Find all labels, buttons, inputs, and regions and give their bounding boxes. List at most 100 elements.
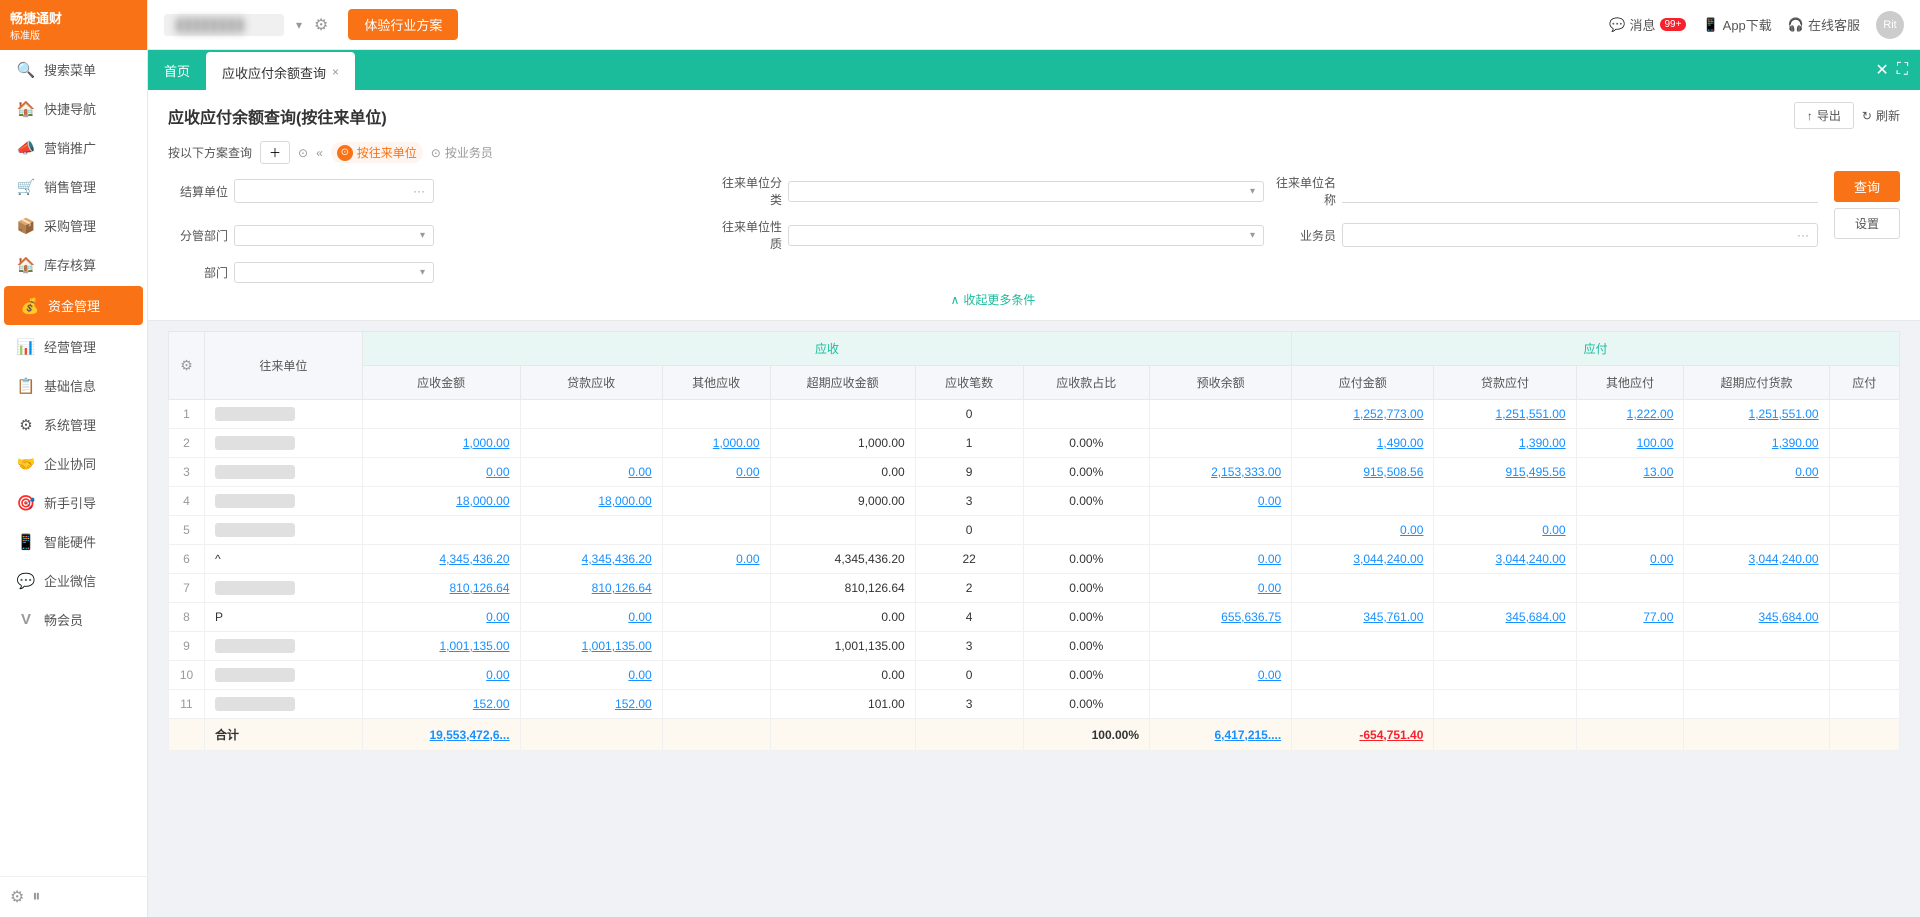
branch-dept-select[interactable]: ▾ (234, 262, 434, 283)
sidebar-item-newbie-guide[interactable]: 🎯 新手引导 (0, 483, 147, 522)
footer-ap-amount[interactable]: -654,751.40 (1292, 719, 1434, 751)
filter-row-3: 部门 ▾ (168, 262, 1818, 283)
sidebar-item-finance[interactable]: 💰 资金管理 (4, 286, 143, 325)
system-icon: ⚙ (16, 416, 36, 434)
cta-button[interactable]: 体验行业方案 (348, 9, 458, 40)
loan-ar-header: 贷款应收 (520, 366, 662, 400)
sidebar-footer: ⚙ ⏸ (0, 876, 147, 917)
home-icon: 🏠 (16, 100, 36, 118)
sidebar-item-search-menu[interactable]: 🔍 搜索菜单 (0, 50, 147, 89)
add-scheme-btn[interactable]: ＋ (260, 141, 290, 164)
close-window-icon[interactable]: ✕ (1875, 60, 1888, 80)
scheme-by-unit-label: 按往来单位 (357, 144, 417, 161)
sidebar-item-enterprise-collab[interactable]: 🤝 企业协同 (0, 444, 147, 483)
filter-item-branch-dept: 部门 ▾ (168, 262, 1818, 283)
branch-dept-label: 部门 (168, 264, 228, 281)
sidebar-item-member[interactable]: V 畅会员 (0, 600, 147, 639)
finance-icon: 💰 (20, 297, 40, 315)
guide-icon: 🎯 (16, 494, 36, 512)
settlement-unit-label: 结算单位 (168, 183, 228, 200)
sidebar-item-label: 采购管理 (44, 216, 96, 235)
refresh-button[interactable]: ↻ 刷新 (1862, 102, 1900, 129)
sidebar-item-inventory[interactable]: 🏠 库存核算 (0, 245, 147, 284)
table-row: 8P0.000.000.0040.00%655,636.75345,761.00… (169, 603, 1900, 632)
online-service-label: 在线客服 (1808, 15, 1860, 34)
maximize-icon[interactable]: ⛶ (1897, 61, 1908, 79)
footer-ar-amount[interactable]: 19,553,472,6... (362, 719, 520, 751)
sidebar-item-marketing[interactable]: 📣 营销推广 (0, 128, 147, 167)
message-item[interactable]: 💬 消息 99+ (1609, 15, 1686, 34)
prepay-balance-header: 预收余额 (1150, 366, 1292, 400)
unit-nature-select[interactable]: ▾ (788, 225, 1264, 246)
sidebar-item-quick-nav[interactable]: 🏠 快捷导航 (0, 89, 147, 128)
user-avatar[interactable]: Rit (1876, 11, 1904, 39)
chevron-down-icon: ▾ (1250, 230, 1255, 241)
sidebar-item-operations[interactable]: 📊 经营管理 (0, 327, 147, 366)
dots-icon: ··· (1797, 228, 1809, 242)
data-table: ⚙ 往来单位 应收 应付 应收金额 贷款应收 其他应收 超期应收金额 应收笔数 (168, 331, 1900, 751)
footer-prepay-balance[interactable]: 6,417,215.... (1150, 719, 1292, 751)
query-button[interactable]: 查询 (1834, 171, 1900, 202)
table-area: ⚙ 往来单位 应收 应付 应收金额 贷款应收 其他应收 超期应收金额 应收笔数 (148, 331, 1920, 917)
salesperson-label: 业务员 (1276, 227, 1336, 244)
ap-amount-header: 应付金额 (1292, 366, 1434, 400)
export-button[interactable]: ↑ 导出 (1794, 102, 1854, 129)
sidebar-item-basic-info[interactable]: 📋 基础信息 (0, 366, 147, 405)
sidebar-item-label: 销售管理 (44, 177, 96, 196)
purchase-icon: 📦 (16, 217, 36, 235)
sidebar-item-smart-hardware[interactable]: 📱 智能硬件 (0, 522, 147, 561)
filter-item-settlement-unit: 结算单位 ··· (168, 179, 710, 203)
table-settings-icon[interactable]: ⚙ (180, 357, 193, 373)
sidebar: 畅捷通财 标准版 🔍 搜索菜单 🏠 快捷导航 📣 营销推广 🛒 销售管理 (0, 0, 148, 917)
collab-icon: 🤝 (16, 455, 36, 473)
gear-icon[interactable]: ⚙ (314, 15, 328, 35)
dept-select[interactable]: ▾ (234, 225, 434, 246)
loan-ap-header: 贷款应付 (1434, 366, 1576, 400)
page-header: 应收应付余额查询(按往来单位) ↑ 导出 ↻ 刷新 (148, 90, 1920, 321)
prev-scheme-icon[interactable]: « (316, 146, 323, 160)
setting-button[interactable]: 设置 (1834, 208, 1900, 239)
scheme-by-staff[interactable]: ⊙ 按业务员 (431, 144, 493, 161)
sidebar-item-label: 基础信息 (44, 376, 96, 395)
ap-header: 应付 (1829, 366, 1899, 400)
page-title-row: 应收应付余额查询(按往来单位) ↑ 导出 ↻ 刷新 (168, 102, 1900, 129)
table-footer-row: 合计 19,553,472,6... 100.00% 6,417,215....… (169, 719, 1900, 751)
chevron-down-icon: ▾ (420, 267, 425, 278)
settlement-unit-input[interactable]: ··· (234, 179, 434, 203)
sidebar-logo: 畅捷通财 标准版 (0, 0, 147, 50)
app-download-item[interactable]: 📱 App下载 (1702, 15, 1771, 34)
ar-group-header: 应收 (362, 332, 1292, 366)
collapse-label: 收起更多条件 (963, 291, 1035, 308)
scheme-by-unit[interactable]: ⊙ 按往来单位 (331, 142, 423, 163)
operations-icon: 📊 (16, 338, 36, 356)
unit-name-input[interactable] (1342, 180, 1818, 203)
edit-scheme-icon[interactable]: ⊙ (298, 146, 308, 160)
sidebar-item-sales[interactable]: 🛒 销售管理 (0, 167, 147, 206)
tab-ar-ap-query[interactable]: 应收应付余额查询 × (206, 52, 355, 92)
app-download-icon: 📱 (1702, 17, 1718, 33)
user-name: Rit (1883, 19, 1896, 31)
header-right: 💬 消息 99+ 📱 App下载 🎧 在线客服 Rit (1609, 11, 1904, 39)
table-row: 1 01,252,773.001,251,551.001,222.001,251… (169, 400, 1900, 429)
table-row: 6^4,345,436.204,345,436.200.004,345,436.… (169, 545, 1900, 574)
unit-nature-label: 往来单位性质 (722, 218, 782, 252)
tab-home[interactable]: 首页 (148, 50, 206, 90)
top-header: ████████ ▾ ⚙ 体验行业方案 💬 消息 99+ 📱 App下载 🎧 在… (148, 0, 1920, 50)
scheme-options: 按以下方案查询 ＋ ⊙ « ⊙ 按往来单位 ⊙ 按业务员 (168, 141, 1818, 164)
settings-footer-icon[interactable]: ⚙ (10, 887, 24, 907)
sidebar-item-system[interactable]: ⚙ 系统管理 (0, 405, 147, 444)
unit-category-select[interactable]: ▾ (788, 181, 1264, 202)
filter-item-salesperson: 业务员 ··· (1276, 223, 1818, 247)
salesperson-input[interactable]: ··· (1342, 223, 1818, 247)
online-service-item[interactable]: 🎧 在线客服 (1788, 15, 1860, 34)
marketing-icon: 📣 (16, 139, 36, 157)
unit-name-label: 往来单位名称 (1276, 174, 1336, 208)
dept-label: 分管部门 (168, 227, 228, 244)
collapse-footer-icon[interactable]: ⏸ (32, 888, 40, 906)
sidebar-item-label: 经营管理 (44, 337, 96, 356)
scheme-by-unit-icon: ⊙ (337, 145, 353, 161)
tab-close-icon[interactable]: × (332, 65, 339, 79)
sidebar-item-enterprise-wechat[interactable]: 💬 企业微信 (0, 561, 147, 600)
collapse-btn[interactable]: ∧ 收起更多条件 (168, 291, 1818, 308)
sidebar-item-purchase[interactable]: 📦 采购管理 (0, 206, 147, 245)
